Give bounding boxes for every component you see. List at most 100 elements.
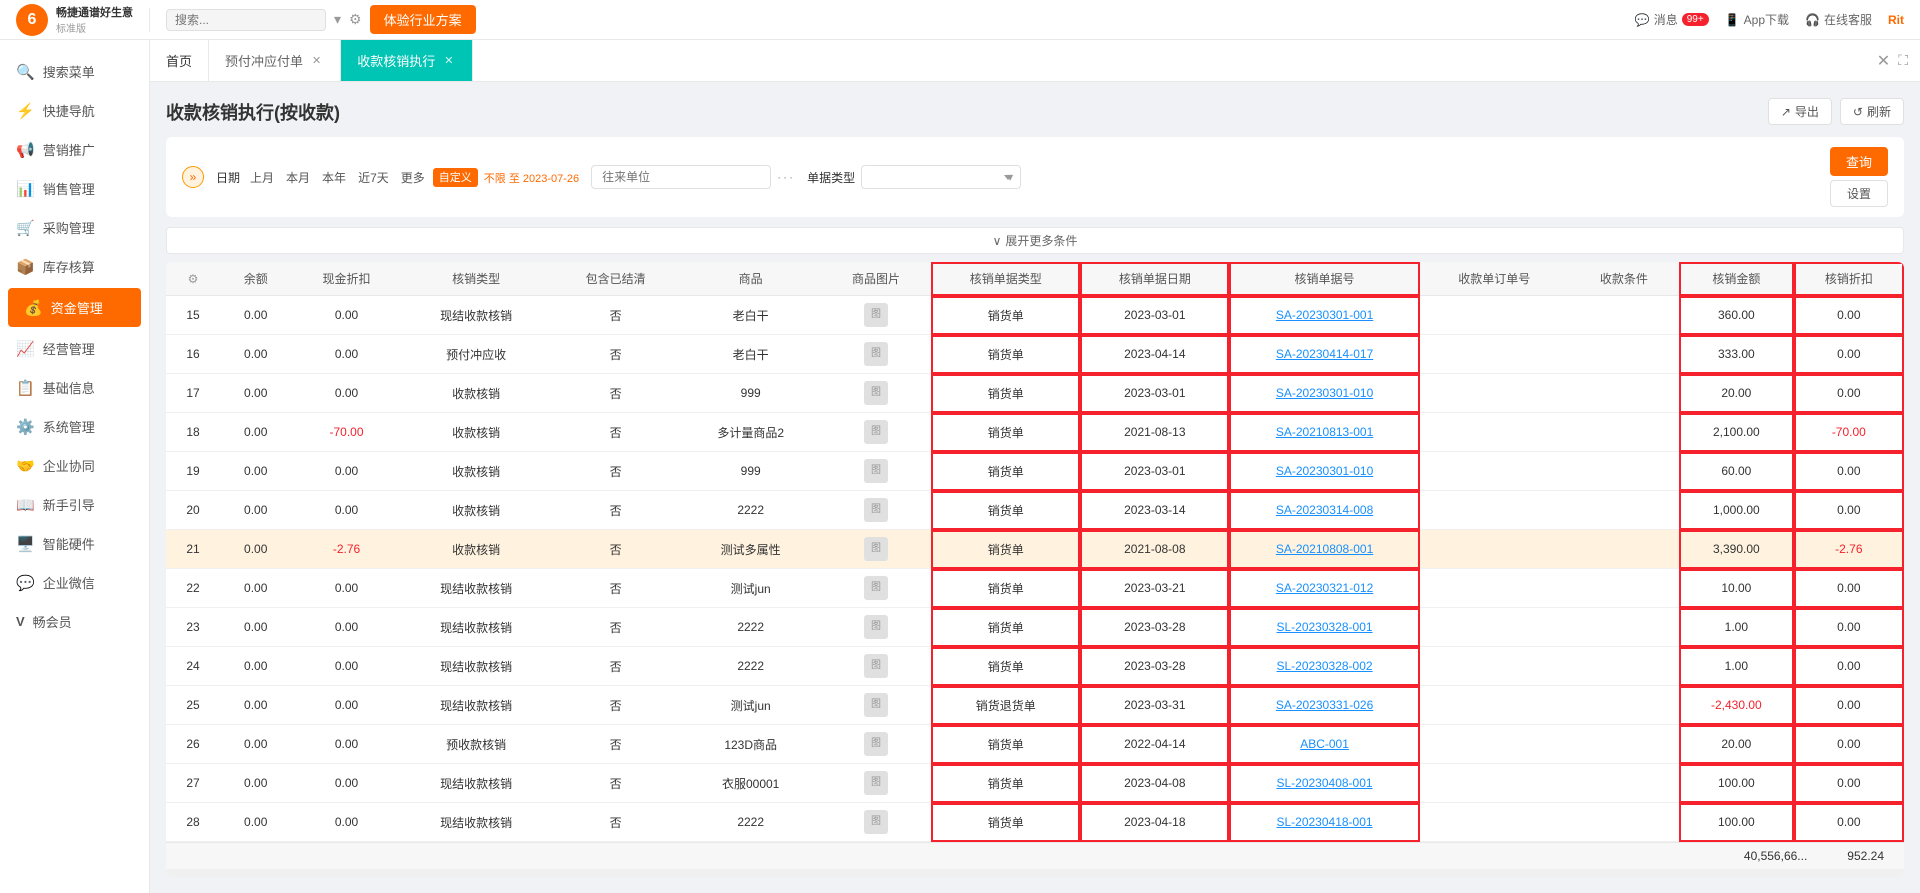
cell-doc-no[interactable]: SA-20230301-001 <box>1229 296 1419 335</box>
sidebar-item-hardware-label: 智能硬件 <box>43 534 95 553</box>
partner-filter-input[interactable] <box>591 165 771 189</box>
top-search-input[interactable] <box>166 9 326 31</box>
tab-home[interactable]: 首页 <box>150 40 209 81</box>
cell-id: 23 <box>166 608 220 647</box>
page-content: 收款核销执行(按收款) ↗ 导出 ↺ 刷新 » 日期 <box>150 82 1920 893</box>
user-area[interactable]: Rit <box>1888 13 1904 27</box>
export-button[interactable]: ↗ 导出 <box>1768 98 1832 125</box>
table-body: 15 0.00 0.00 现结收款核销 否 老白干 图 销货单 2023-03-… <box>166 296 1904 842</box>
prepay-tab-close[interactable]: ✕ <box>309 53 324 68</box>
message-area[interactable]: 💬 消息 99+ <box>1635 11 1709 28</box>
footer-cancel-amount: 40,556,66... <box>1744 849 1807 863</box>
th-gear[interactable]: ⚙ <box>166 262 220 296</box>
cell-product-img: 图 <box>821 530 931 569</box>
cell-product: 老白干 <box>680 296 820 335</box>
filter-doctype-group: 单据类型 销货单 销货退货单 ▾ <box>807 165 1013 189</box>
cell-doc-date: 2023-04-14 <box>1080 335 1229 374</box>
cell-doc-no[interactable]: SA-20210813-001 <box>1229 413 1419 452</box>
cell-doc-date: 2023-04-08 <box>1080 764 1229 803</box>
partner-filter-dots[interactable]: ··· <box>777 170 795 184</box>
horizontal-scrollbar[interactable] <box>166 869 1904 877</box>
date-filter-more[interactable]: 更多 <box>397 168 429 187</box>
date-filter-7days[interactable]: 近7天 <box>354 168 393 187</box>
cell-doc-no[interactable]: SA-20210808-001 <box>1229 530 1419 569</box>
online-service-area[interactable]: 🎧 在线客服 <box>1805 11 1872 28</box>
cell-product: 2222 <box>680 491 820 530</box>
cell-receipt-cond <box>1569 413 1679 452</box>
guide-icon: 📖 <box>16 496 35 514</box>
receipt-cancel-tab-close[interactable]: ✕ <box>441 53 456 68</box>
cell-doc-no[interactable]: SA-20230314-008 <box>1229 491 1419 530</box>
cell-doc-date: 2023-03-28 <box>1080 608 1229 647</box>
sidebar-item-operations[interactable]: 📈 经营管理 <box>0 329 149 368</box>
th-cancel-discount: 核销折扣 <box>1794 262 1904 296</box>
tab-bar-actions: ✕ ⛶ <box>1865 40 1920 81</box>
cell-receipt-order-no <box>1420 764 1569 803</box>
sidebar-item-hardware[interactable]: 🖥️ 智能硬件 <box>0 524 149 563</box>
gear-settings-icon[interactable]: ⚙ <box>188 272 199 286</box>
doctype-filter-select[interactable]: 销货单 销货退货单 <box>861 165 1021 189</box>
expand-more-label: 展开更多条件 <box>1005 232 1077 249</box>
cell-id: 19 <box>166 452 220 491</box>
sidebar-item-guide[interactable]: 📖 新手引导 <box>0 485 149 524</box>
date-filter-this-month[interactable]: 本月 <box>282 168 314 187</box>
cell-product-img: 图 <box>821 686 931 725</box>
tab-receipt-cancel[interactable]: 收款核销执行 ✕ <box>341 40 473 81</box>
th-doc-type: 核销单据类型 <box>931 262 1080 296</box>
date-filter-last-month[interactable]: 上月 <box>246 168 278 187</box>
cell-id: 17 <box>166 374 220 413</box>
sidebar-item-marketing-label: 营销推广 <box>43 140 95 159</box>
cell-doc-no[interactable]: ABC-001 <box>1229 725 1419 764</box>
tab-prepay[interactable]: 预付冲应付单 ✕ <box>209 40 341 81</box>
cell-doc-no[interactable]: SL-20230328-001 <box>1229 608 1419 647</box>
sidebar-item-purchase[interactable]: 🛒 采购管理 <box>0 208 149 247</box>
sidebar-item-member[interactable]: V 畅会员 <box>0 602 149 641</box>
cell-doc-no[interactable]: SL-20230328-002 <box>1229 647 1419 686</box>
table-row: 18 0.00 -70.00 收款核销 否 多计量商品2 图 销货单 2021-… <box>166 413 1904 452</box>
cell-doc-no[interactable]: SA-20230331-026 <box>1229 686 1419 725</box>
cell-doc-no[interactable]: SA-20230414-017 <box>1229 335 1419 374</box>
sidebar-item-wechat[interactable]: 💬 企业微信 <box>0 563 149 602</box>
filter-expand-button[interactable]: » <box>182 166 204 188</box>
cell-doc-no[interactable]: SL-20230418-001 <box>1229 803 1419 842</box>
cell-doc-no[interactable]: SA-20230321-012 <box>1229 569 1419 608</box>
cell-cancel-type: 现结收款核销 <box>402 647 551 686</box>
cell-balance: 0.00 <box>220 725 291 764</box>
cell-cancel-amount: 20.00 <box>1679 374 1794 413</box>
gear-icon[interactable]: ⚙ <box>349 11 362 28</box>
cell-product-img: 图 <box>821 335 931 374</box>
date-filter-this-year[interactable]: 本年 <box>318 168 350 187</box>
cell-receipt-cond <box>1569 725 1679 764</box>
date-filter-custom[interactable]: 自定义 <box>433 168 478 187</box>
filter-date-group: 日期 上月 本月 本年 近7天 更多 自定义 不限 至 2023-07-26 <box>216 168 579 187</box>
sidebar-item-search[interactable]: 🔍 搜索菜单 <box>0 52 149 91</box>
cell-receipt-cond <box>1569 608 1679 647</box>
sidebar-item-marketing[interactable]: 📢 营销推广 <box>0 130 149 169</box>
query-button[interactable]: 查询 <box>1830 147 1888 176</box>
cell-cancel-amount: 3,390.00 <box>1679 530 1794 569</box>
sidebar-item-sales[interactable]: 📊 销售管理 <box>0 169 149 208</box>
chevron-down-icon[interactable]: ▾ <box>334 11 341 28</box>
maximize-icon[interactable]: ⛶ <box>1898 52 1908 69</box>
app-title: 畅捷通谱好生意 <box>56 4 133 20</box>
setting-button[interactable]: 设置 <box>1830 180 1888 207</box>
cell-doc-no[interactable]: SA-20230301-010 <box>1229 374 1419 413</box>
sidebar-item-system[interactable]: ⚙️ 系统管理 <box>0 407 149 446</box>
cell-doc-no[interactable]: SL-20230408-001 <box>1229 764 1419 803</box>
sidebar-item-finance[interactable]: 💰 资金管理 <box>8 288 141 327</box>
cell-doc-no[interactable]: SA-20230301-010 <box>1229 452 1419 491</box>
sidebar-item-basic[interactable]: 📋 基础信息 <box>0 368 149 407</box>
cell-include-settled: 否 <box>551 296 681 335</box>
sidebar-item-quicknav[interactable]: ⚡ 快捷导航 <box>0 91 149 130</box>
sidebar-item-inventory[interactable]: 📦 库存核算 <box>0 247 149 286</box>
refresh-button[interactable]: ↺ 刷新 <box>1840 98 1904 125</box>
sidebar-item-collab[interactable]: 🤝 企业协同 <box>0 446 149 485</box>
expand-more-bar[interactable]: ∨ 展开更多条件 <box>166 227 1904 254</box>
cell-receipt-order-no <box>1420 647 1569 686</box>
app-logo: 6 <box>16 4 48 36</box>
cell-id: 18 <box>166 413 220 452</box>
industry-solution-button[interactable]: 体验行业方案 <box>370 5 476 34</box>
close-window-icon[interactable]: ✕ <box>1877 51 1890 71</box>
app-download-area[interactable]: 📱 App下载 <box>1725 11 1789 28</box>
cell-cancel-type: 现结收款核销 <box>402 296 551 335</box>
